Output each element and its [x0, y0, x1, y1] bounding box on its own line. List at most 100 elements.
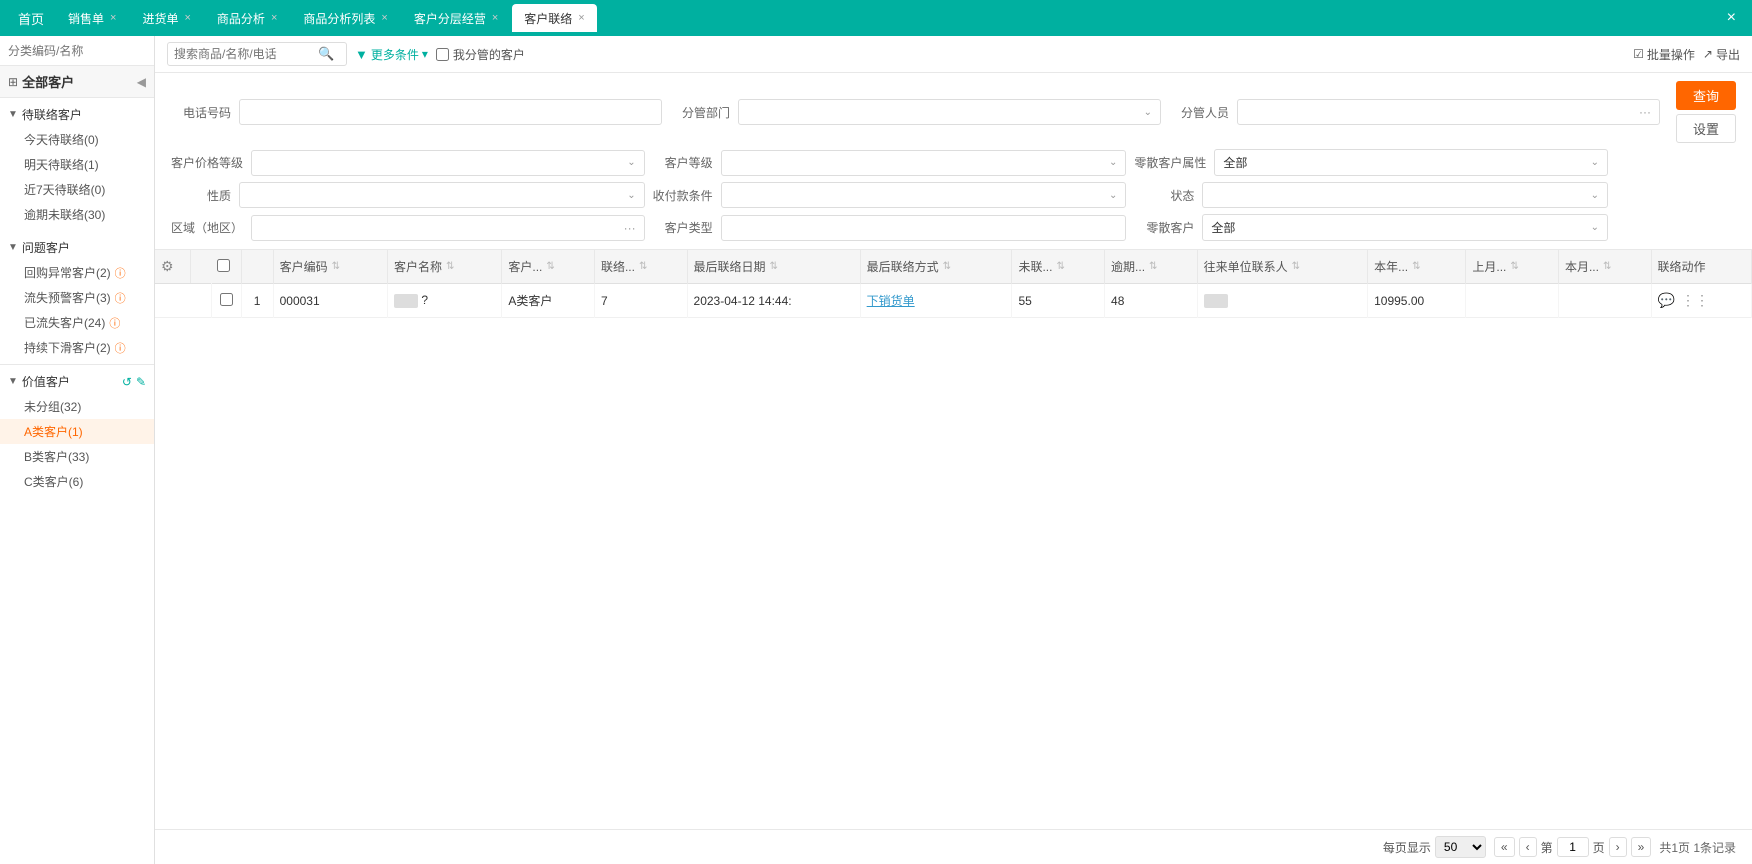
top-nav: 首页 销售单 × 进货单 × 商品分析 × 商品分析列表 × 客户分层经营 × … — [0, 0, 1752, 36]
prev-page-button[interactable]: ‹ — [1519, 837, 1537, 857]
sort-icon-unit-contact[interactable]: ⇅ — [1292, 261, 1300, 272]
settings-icon[interactable]: ⚙ — [161, 258, 174, 275]
th-this-year-label: 本年... — [1374, 258, 1408, 275]
warn-icon-2: ⓘ — [109, 315, 120, 331]
tab-customer-contact-close[interactable]: × — [578, 12, 584, 24]
sort-icon-this-year[interactable]: ⇅ — [1412, 261, 1420, 272]
tab-purchase-close[interactable]: × — [184, 12, 190, 24]
tab-goods-analysis-list-close[interactable]: × — [381, 12, 387, 24]
value-customers-header[interactable]: ▼ 价值客户 ↺ ✎ — [0, 369, 154, 394]
batch-icon: ☑ — [1633, 47, 1644, 61]
export-button[interactable]: ↗ 导出 — [1703, 46, 1740, 63]
filter-field-price-tier: 客户价格等级 ⌄ — [171, 150, 645, 176]
price-tier-input[interactable]: ⌄ — [251, 150, 645, 176]
filter-search-input[interactable] — [174, 47, 314, 61]
my-customers-checkbox[interactable] — [436, 48, 449, 61]
name-suffix: ? — [421, 293, 428, 307]
tab-customer-tier-close[interactable]: × — [492, 12, 498, 24]
filter-search-icon[interactable]: 🔍 — [318, 46, 334, 62]
sidebar-item-class-c-label: C类客户(6) — [24, 473, 83, 490]
scatter-attr-input[interactable]: 全部 ⌄ — [1214, 149, 1608, 176]
top-actions: ☑ 批量操作 ↗ 导出 — [1633, 46, 1740, 63]
last-method-link[interactable]: 下销货单 — [867, 294, 915, 308]
sidebar-search-input[interactable] — [8, 44, 163, 58]
my-customers-filter[interactable]: 我分管的客户 — [436, 46, 525, 63]
contact-icon[interactable]: 💬 — [1658, 292, 1675, 309]
th-uncontacted: 未联... ⇅ — [1012, 250, 1105, 284]
more-filters-button[interactable]: ▼ 更多条件 ▾ — [355, 46, 428, 63]
sidebar-item-class-c[interactable]: C类客户(6) — [0, 469, 154, 494]
row-checkbox[interactable] — [220, 293, 233, 306]
sidebar-item-class-a[interactable]: A类客户(1) — [0, 419, 154, 444]
tab-goods-analysis-close[interactable]: × — [271, 12, 277, 24]
all-customers-header[interactable]: ⊞ 全部客户 ◀ — [0, 66, 154, 98]
sidebar-item-declining[interactable]: 持续下滑客户(2) ⓘ — [0, 335, 154, 360]
sort-icon-contact[interactable]: ⇅ — [639, 261, 647, 272]
th-contact-count: 联络... ⇅ — [594, 250, 687, 284]
filter-field-dept: 分管部门 ⌄ — [670, 99, 1161, 125]
sidebar-item-class-a-label: A类客户(1) — [24, 423, 83, 440]
refresh-icon[interactable]: ↺ — [122, 375, 132, 389]
sort-icon-overdue[interactable]: ⇅ — [1149, 261, 1157, 272]
customer-level-input[interactable]: ⌄ — [721, 150, 1127, 176]
sidebar-item-overdue[interactable]: 逾期未联络(30) — [0, 202, 154, 227]
per-page-select[interactable]: 50 100 200 — [1435, 836, 1486, 858]
tab-goods-analysis-list[interactable]: 商品分析列表 × — [291, 4, 399, 32]
sidebar-item-class-b[interactable]: B类客户(33) — [0, 444, 154, 469]
more-action-icon[interactable]: ⋮⋮ — [1681, 292, 1709, 309]
region-input[interactable]: ··· — [251, 215, 645, 241]
sidebar-item-repurchase-abnormal[interactable]: 回购异常客户(2) ⓘ — [0, 260, 154, 285]
sidebar-item-tomorrow[interactable]: 明天待联络(1) — [0, 152, 154, 177]
person-input[interactable]: ··· — [1237, 99, 1660, 125]
setting-button[interactable]: 设置 — [1676, 114, 1736, 143]
nature-input[interactable]: ⌄ — [239, 182, 645, 208]
page-number-input[interactable] — [1557, 837, 1589, 857]
pending-contact-header[interactable]: ▼ 待联络客户 — [0, 102, 154, 127]
select-all-checkbox[interactable] — [217, 259, 230, 272]
th-unit-contact-label: 往来单位联系人 — [1204, 258, 1288, 275]
tab-customer-contact[interactable]: 客户联络 × — [512, 4, 596, 32]
last-page-button[interactable]: » — [1631, 837, 1652, 857]
edit-icon[interactable]: ✎ — [136, 375, 146, 389]
sort-icon-last-month[interactable]: ⇅ — [1510, 261, 1518, 272]
sidebar-item-today[interactable]: 今天待联络(0) — [0, 127, 154, 152]
tab-sales[interactable]: 销售单 × — [56, 4, 128, 32]
sort-icon-type[interactable]: ⇅ — [546, 261, 554, 272]
sidebar-item-7days[interactable]: 近7天待联络(0) — [0, 177, 154, 202]
sort-icon-name[interactable]: ⇅ — [446, 261, 454, 272]
tab-goods-analysis[interactable]: 商品分析 × — [205, 4, 289, 32]
close-all-button[interactable]: × — [1719, 9, 1744, 27]
collapse-icon[interactable]: ◀ — [137, 75, 146, 89]
warn-icon-1: ⓘ — [115, 290, 126, 306]
dept-chevron-icon: ⌄ — [1144, 107, 1152, 118]
query-button[interactable]: 查询 — [1676, 81, 1736, 110]
tab-purchase[interactable]: 进货单 × — [130, 4, 202, 32]
payment-input[interactable]: ⌄ — [721, 182, 1127, 208]
tab-goods-analysis-label: 商品分析 — [217, 10, 265, 27]
first-page-button[interactable]: « — [1494, 837, 1515, 857]
td-unit-contact — [1197, 284, 1368, 318]
sort-icon-uncontacted[interactable]: ⇅ — [1056, 261, 1064, 272]
status-input[interactable]: ⌄ — [1202, 182, 1608, 208]
sort-icon-this-month[interactable]: ⇅ — [1603, 261, 1611, 272]
sidebar-item-churn-warning[interactable]: 流失预警客户(3) ⓘ — [0, 285, 154, 310]
dept-input[interactable]: ⌄ — [738, 99, 1161, 125]
sort-icon-last-method[interactable]: ⇅ — [943, 261, 951, 272]
batch-button[interactable]: ☑ 批量操作 — [1633, 46, 1695, 63]
next-page-button[interactable]: › — [1609, 837, 1627, 857]
scatter-input[interactable]: 全部 ⌄ — [1202, 214, 1608, 241]
filter-field-phone: 电话号码 — [171, 99, 662, 125]
sidebar-item-overdue-label: 逾期未联络(30) — [24, 206, 105, 223]
problem-customers-header[interactable]: ▼ 问题客户 — [0, 235, 154, 260]
sort-icon-code[interactable]: ⇅ — [332, 261, 340, 272]
sidebar-search-container: 🔍 — [0, 36, 154, 66]
page-prefix-label: 第 — [1541, 839, 1553, 856]
sidebar-item-churned[interactable]: 已流失客户(24) ⓘ — [0, 310, 154, 335]
sort-icon-last-date[interactable]: ⇅ — [770, 261, 778, 272]
phone-input[interactable] — [239, 99, 662, 125]
nav-home[interactable]: 首页 — [8, 5, 54, 32]
sidebar-item-unclassified[interactable]: 未分组(32) — [0, 394, 154, 419]
customer-type-input[interactable] — [721, 215, 1127, 241]
tab-sales-close[interactable]: × — [110, 12, 116, 24]
tab-customer-tier[interactable]: 客户分层经营 × — [402, 4, 510, 32]
